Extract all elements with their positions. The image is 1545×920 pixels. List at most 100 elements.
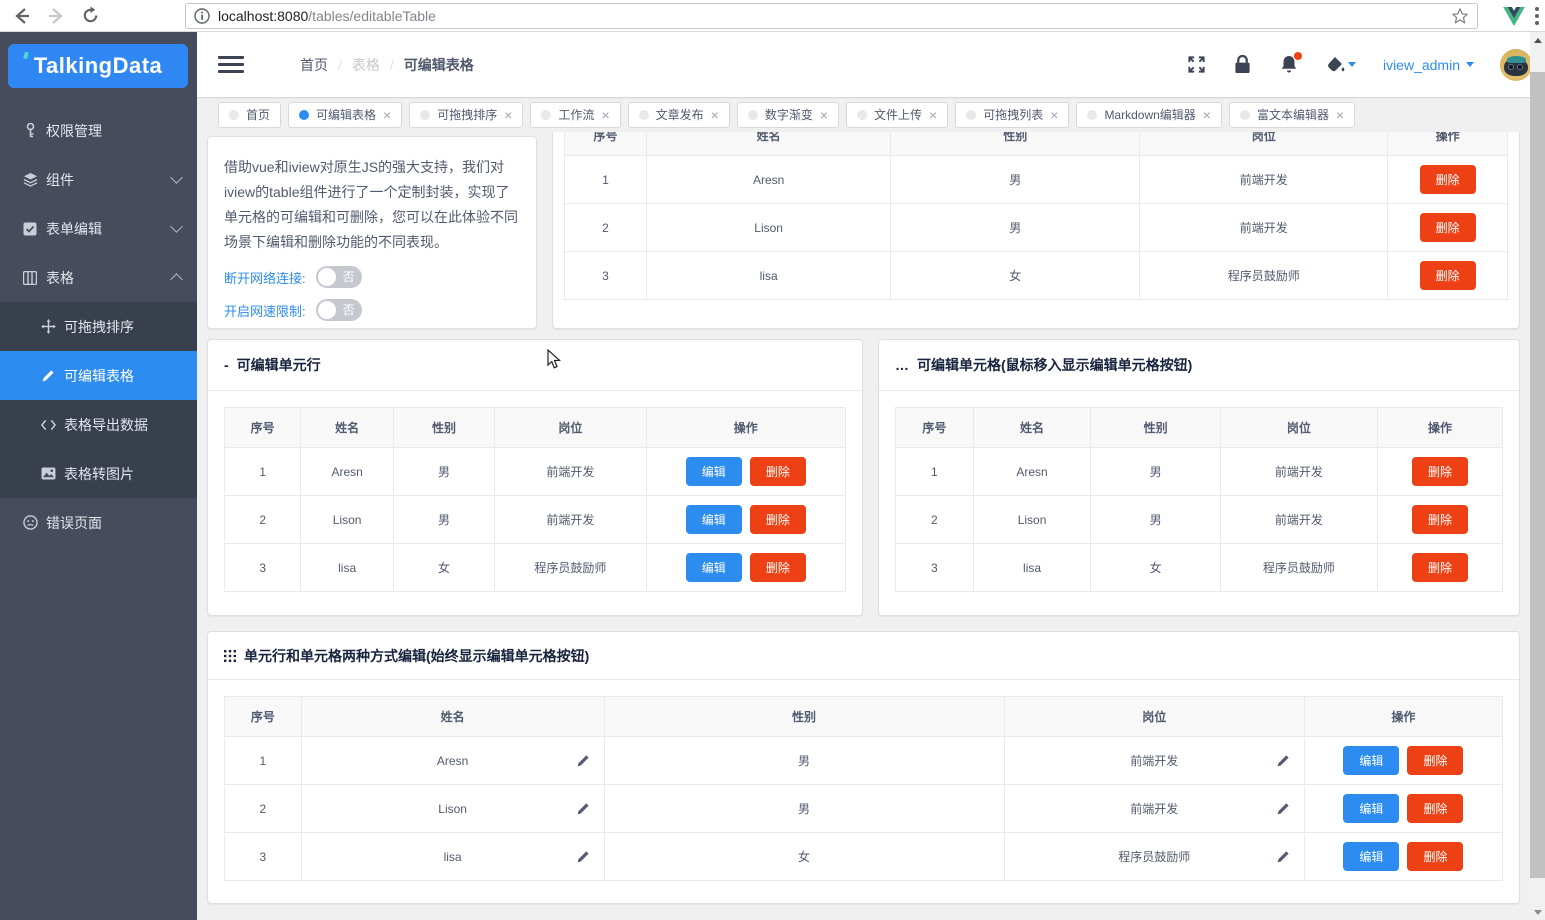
move-arrows-icon [40, 319, 56, 335]
delete-button[interactable]: 删除 [1411, 553, 1468, 582]
tab-workflow[interactable]: 工作流 × [530, 101, 621, 128]
browser-forward-icon[interactable] [44, 4, 68, 28]
delete-button[interactable]: 删除 [1419, 213, 1476, 242]
row-and-cell-edit-table: 序号 姓名 性别 岗位 操作 1 Aresn 男 前端开发 编辑 删除 2 Li… [224, 696, 1504, 881]
url-bar[interactable]: localhost:8080/tables/editableTable [185, 3, 1478, 29]
scrollbar-down-arrow[interactable] [1530, 904, 1545, 920]
table-row: 2 Lison 男 前端开发 编辑 删除 [224, 784, 1504, 833]
browser-chrome: localhost:8080/tables/editableTable [0, 0, 1545, 32]
chevron-up-icon [170, 273, 183, 286]
delete-button[interactable]: 删除 [1411, 505, 1468, 534]
table-row: 2 Lison 男前端开发 删除 [895, 495, 1504, 544]
breadcrumb-home[interactable]: 首页 [300, 55, 328, 75]
edit-button[interactable]: 编辑 [685, 457, 742, 486]
sidebar-item-form-edit[interactable]: 表单编辑 [0, 204, 197, 253]
browser-back-icon[interactable] [10, 4, 34, 28]
delete-only-table: 序号 姓名 性别 岗位 操作 1 Aresn 男前端开发 删除 2 Lison 男前端开发 删除 3… [563, 132, 1508, 300]
user-dropdown[interactable]: iview_admin [1383, 57, 1474, 73]
breadcrumb-tables[interactable]: 表格 [352, 55, 380, 75]
tab-dot-icon [638, 109, 649, 120]
close-icon[interactable]: × [929, 108, 937, 122]
edit-cell-pencil-icon[interactable] [1276, 802, 1290, 816]
page-info-icon[interactable] [194, 8, 210, 24]
table-header-row: 序号 姓名 性别 岗位 操作 [895, 407, 1504, 448]
close-icon[interactable]: × [711, 108, 719, 122]
delete-button[interactable]: 删除 [749, 457, 806, 486]
close-icon[interactable]: × [383, 108, 391, 122]
tab-editable-table[interactable]: 可编辑表格 × [288, 101, 403, 128]
sidebar-item-editable-table[interactable]: 可编辑表格 [0, 351, 197, 400]
close-icon[interactable]: × [1203, 108, 1211, 122]
sidebar-item-table-to-image[interactable]: 表格转图片 [0, 449, 197, 498]
browser-menu-icon[interactable] [1535, 7, 1539, 25]
edit-button[interactable]: 编辑 [1343, 746, 1400, 775]
delete-button[interactable]: 删除 [1407, 746, 1464, 775]
close-icon[interactable]: × [504, 108, 512, 122]
delete-button[interactable]: 删除 [1407, 842, 1464, 871]
edit-cell-pencil-icon[interactable] [576, 802, 590, 816]
lock-icon[interactable] [1233, 55, 1253, 75]
edit-button[interactable]: 编辑 [685, 505, 742, 534]
hamburger-menu-icon[interactable] [218, 52, 244, 77]
vue-devtools-icon[interactable] [1503, 6, 1525, 26]
delete-button[interactable]: 删除 [1411, 457, 1468, 486]
delete-button[interactable]: 删除 [1419, 261, 1476, 290]
tab-home[interactable]: 首页 [218, 101, 282, 128]
edit-cell-pencil-icon[interactable] [576, 754, 590, 768]
delete-button[interactable]: 删除 [749, 505, 806, 534]
url-text[interactable]: localhost:8080/tables/editableTable [218, 8, 1451, 24]
code-icon [40, 417, 56, 433]
browser-refresh-icon[interactable] [78, 4, 102, 28]
disconnect-network-switch[interactable]: 否 [315, 266, 362, 288]
edit-cell-pencil-icon[interactable] [576, 850, 590, 864]
sidebar-item-draggable-sort[interactable]: 可拖拽排序 [0, 302, 197, 351]
table-row: 3 lisa 女 程序员鼓励师 编辑 删除 [224, 832, 1504, 881]
row-and-cell-edit-card: 单元行和单元格两种方式编辑(始终显示编辑单元格按钮) 序号 姓名 性别 岗位 操作 1 [207, 631, 1520, 904]
delete-button[interactable]: 删除 [1419, 165, 1476, 194]
fullscreen-icon[interactable] [1187, 55, 1207, 75]
tab-dot-icon [420, 109, 431, 120]
tab-draggable-sort[interactable]: 可拖拽排序 × [409, 101, 524, 128]
sidebar-item-components[interactable]: 组件 [0, 155, 197, 204]
close-icon[interactable]: × [1336, 108, 1344, 122]
theme-paint-icon[interactable] [1325, 55, 1357, 75]
tab-dot-icon [966, 109, 977, 120]
page-scrollbar[interactable] [1530, 32, 1545, 920]
tab-dot-icon [857, 109, 868, 120]
close-icon[interactable]: × [1050, 108, 1058, 122]
bookmark-star-icon[interactable] [1451, 7, 1469, 25]
scrollbar-up-arrow[interactable] [1530, 32, 1545, 48]
tab-richtext-editor[interactable]: 富文本编辑器 × [1228, 101, 1356, 128]
edit-button[interactable]: 编辑 [1343, 842, 1400, 871]
tab-markdown-editor[interactable]: Markdown编辑器 × [1076, 101, 1222, 128]
sidebar: TalkingData 权限管理 组件 表单编辑 表格 可拖拽排序 可编辑表格 … [0, 32, 197, 920]
avatar[interactable] [1500, 48, 1532, 81]
card-title: 可编辑单元格(鼠标移入显示编辑单元格按钮) [917, 357, 1193, 373]
table-header-row: 序号 姓名 性别 岗位 操作 [563, 132, 1508, 156]
sidebar-item-table-export[interactable]: 表格导出数据 [0, 400, 197, 449]
edit-cell-pencil-icon[interactable] [1276, 754, 1290, 768]
close-icon[interactable]: × [820, 108, 828, 122]
breadcrumb-current: 可编辑表格 [403, 56, 474, 73]
sidebar-item-permissions[interactable]: 权限管理 [0, 106, 197, 155]
limit-speed-switch[interactable]: 否 [315, 299, 362, 321]
edit-cell-pencil-icon[interactable] [1276, 850, 1290, 864]
tab-article-publish[interactable]: 文章发布 × [627, 101, 730, 128]
tab-file-upload[interactable]: 文件上传 × [846, 101, 949, 128]
delete-button[interactable]: 删除 [749, 553, 806, 582]
sidebar-item-error-pages[interactable]: 错误页面 [0, 498, 197, 547]
editable-cell-card: … 可编辑单元格(鼠标移入显示编辑单元格按钮) 序号 姓名 性别 岗位 操作 1 Ares… [878, 339, 1520, 616]
key-icon [22, 123, 38, 139]
edit-button[interactable]: 编辑 [1343, 794, 1400, 823]
caret-down-icon [1347, 62, 1356, 67]
scrollbar-thumb[interactable] [1530, 72, 1545, 878]
delete-button[interactable]: 删除 [1407, 794, 1464, 823]
close-icon[interactable]: × [601, 108, 609, 122]
tab-draggable-list[interactable]: 可拖拽列表 × [955, 101, 1070, 128]
tab-number-gradient[interactable]: 数字渐变 × [736, 101, 840, 128]
app-logo[interactable]: TalkingData [8, 44, 188, 88]
notification-bell-icon[interactable] [1279, 51, 1302, 75]
edit-button[interactable]: 编辑 [685, 553, 742, 582]
chevron-down-icon [170, 171, 183, 184]
sidebar-item-tables[interactable]: 表格 [0, 253, 197, 302]
